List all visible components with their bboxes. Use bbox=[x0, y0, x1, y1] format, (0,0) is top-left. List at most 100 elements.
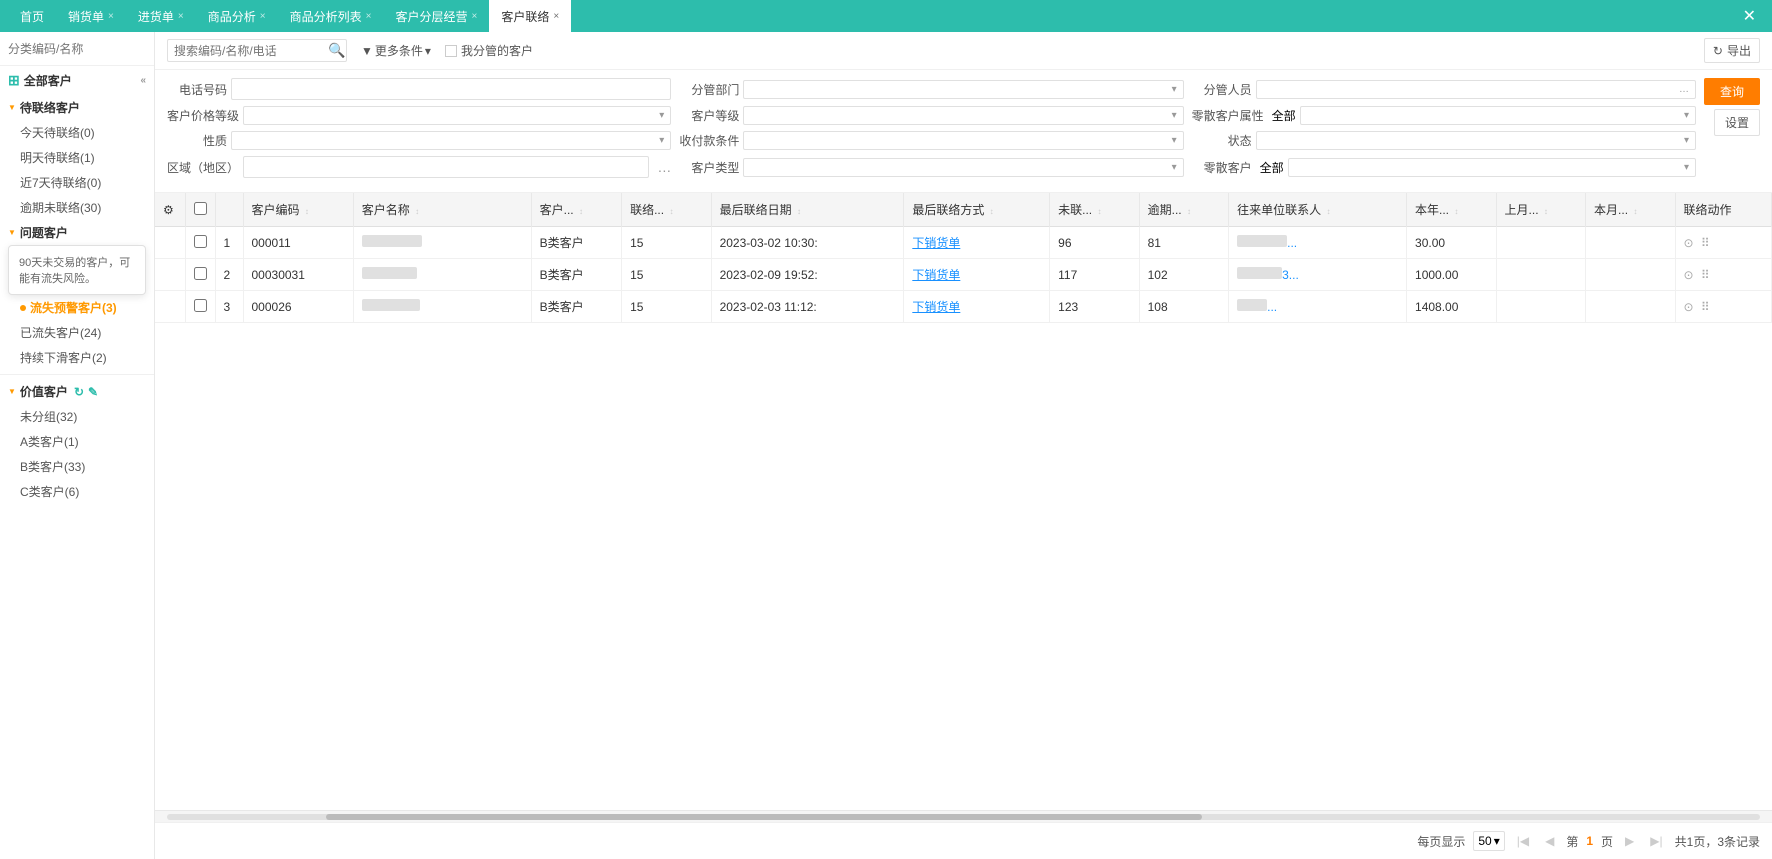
sidebar-item-class-b[interactable]: B类客户(33) bbox=[0, 454, 154, 479]
row-checkbox[interactable] bbox=[194, 299, 207, 312]
phone-input[interactable] bbox=[231, 78, 671, 100]
refresh-icon[interactable]: ↻ bbox=[74, 385, 84, 399]
contact-method-link[interactable]: 下销货单 bbox=[912, 300, 960, 314]
more-options-icon[interactable]: … bbox=[657, 159, 671, 175]
nav-tab-analysis[interactable]: 商品分析 × bbox=[196, 0, 278, 32]
first-page-button[interactable]: |◀ bbox=[1513, 833, 1533, 849]
settings-button[interactable]: 设置 bbox=[1714, 109, 1760, 136]
next-page-button[interactable]: ▶ bbox=[1621, 833, 1638, 849]
zero-attr-select[interactable]: ▾ bbox=[1300, 106, 1696, 125]
settings-icon[interactable]: ⚙ bbox=[163, 203, 174, 217]
close-icon[interactable]: × bbox=[471, 11, 477, 22]
window-close-button[interactable]: ✕ bbox=[1735, 6, 1764, 26]
sidebar-item-today[interactable]: 今天待联络(0) bbox=[0, 120, 154, 145]
nav-tab-purchase[interactable]: 进货单 × bbox=[126, 0, 196, 32]
chevron-down-icon: ▾ bbox=[1684, 135, 1689, 146]
sidebar-item-churn-warning[interactable]: 流失预警客户(3) bbox=[0, 295, 154, 320]
filter-cell-price-level: 客户价格等级 ▾ bbox=[167, 106, 671, 125]
filter-cell-nature: 性质 ▾ bbox=[167, 131, 671, 150]
cell-settings bbox=[155, 259, 185, 291]
col-type[interactable]: 客户... ↕ bbox=[531, 193, 621, 227]
sidebar-search-input[interactable] bbox=[8, 42, 155, 56]
filter-cell-region: 区域（地区） … bbox=[167, 156, 671, 178]
nav-tab-analysis-list[interactable]: 商品分析列表 × bbox=[278, 0, 384, 32]
col-name[interactable]: 客户名称 ↕ bbox=[353, 193, 531, 227]
sort-icon: ↕ bbox=[990, 207, 994, 216]
action-icon-1[interactable]: ⊙ bbox=[1684, 300, 1694, 314]
col-settings[interactable]: ⚙ bbox=[155, 193, 185, 227]
sidebar-group-pending[interactable]: ▼ 待联络客户 bbox=[0, 95, 154, 120]
filter-cell-person: 分管人员 … bbox=[1192, 80, 1696, 99]
nav-tab-customer-contact[interactable]: 客户联络 × bbox=[489, 0, 571, 32]
customer-level-select[interactable]: ▾ bbox=[743, 106, 1183, 125]
zero-customer-select[interactable]: ▾ bbox=[1288, 158, 1696, 177]
sidebar: 🔍 ⊞ 全部客户 « ▼ 待联络客户 今天待联络(0) 明天待联络(1) 近7天… bbox=[0, 32, 155, 859]
scrollbar-thumb[interactable] bbox=[326, 814, 1202, 820]
close-icon[interactable]: × bbox=[108, 11, 114, 22]
query-button[interactable]: 查询 bbox=[1704, 78, 1760, 105]
nav-home[interactable]: 首页 bbox=[8, 0, 56, 32]
export-button[interactable]: ↻ 导出 bbox=[1704, 38, 1760, 63]
nature-select[interactable]: ▾ bbox=[231, 131, 671, 150]
row-checkbox[interactable] bbox=[194, 235, 207, 248]
col-last-contact-date[interactable]: 最后联络日期 ↕ bbox=[711, 193, 904, 227]
action-icon-2[interactable]: ⠿ bbox=[1701, 300, 1710, 314]
page-size-select[interactable]: 50 ▾ bbox=[1473, 831, 1504, 851]
status-select[interactable]: ▾ bbox=[1256, 131, 1696, 150]
sidebar-item-class-c[interactable]: C类客户(6) bbox=[0, 479, 154, 504]
chevron-down-icon: ▾ bbox=[1172, 162, 1177, 173]
col-this-year[interactable]: 本年... ↕ bbox=[1407, 193, 1497, 227]
dept-select[interactable]: ▾ bbox=[743, 80, 1183, 99]
search-button[interactable]: 🔍 bbox=[328, 42, 345, 59]
row-checkbox[interactable] bbox=[194, 267, 207, 280]
action-icon-1[interactable]: ⊙ bbox=[1684, 268, 1694, 282]
col-code[interactable]: 客户编码 ↕ bbox=[243, 193, 353, 227]
more-conditions-button[interactable]: ▼ 更多条件 ▾ bbox=[355, 40, 437, 61]
close-icon[interactable]: × bbox=[178, 11, 184, 22]
col-last-contact-method[interactable]: 最后联络方式 ↕ bbox=[904, 193, 1050, 227]
close-icon[interactable]: × bbox=[366, 11, 372, 22]
sidebar-item-class-a[interactable]: A类客户(1) bbox=[0, 429, 154, 454]
sidebar-item-7days[interactable]: 近7天待联络(0) bbox=[0, 170, 154, 195]
col-this-month[interactable]: 本月... ↕ bbox=[1586, 193, 1675, 227]
sidebar-group-value[interactable]: ▼ 价值客户 ↻ ✎ bbox=[0, 379, 154, 404]
sidebar-all-customers[interactable]: ⊞ 全部客户 « bbox=[0, 66, 154, 95]
search-input[interactable] bbox=[174, 44, 324, 58]
close-icon[interactable]: × bbox=[553, 11, 559, 22]
col-action: 联络动作 bbox=[1675, 193, 1771, 227]
col-no-contact[interactable]: 未联... ↕ bbox=[1050, 193, 1139, 227]
region-input[interactable] bbox=[243, 156, 649, 178]
action-icon-2[interactable]: ⠿ bbox=[1701, 236, 1710, 250]
contact-method-link[interactable]: 下销货单 bbox=[912, 236, 960, 250]
sidebar-item-churned[interactable]: 已流失客户(24) bbox=[0, 320, 154, 345]
person-select[interactable]: … bbox=[1256, 80, 1696, 99]
collapse-icon[interactable]: « bbox=[140, 75, 146, 86]
col-unit-contacts[interactable]: 往来单位联系人 ↕ bbox=[1229, 193, 1407, 227]
sidebar-group-problem[interactable]: ▼ 问题客户 bbox=[0, 220, 154, 245]
edit-icon[interactable]: ✎ bbox=[88, 385, 98, 399]
col-contact[interactable]: 联络... ↕ bbox=[622, 193, 711, 227]
nav-tab-customer-tier[interactable]: 客户分层经营 × bbox=[383, 0, 489, 32]
sidebar-item-overdue[interactable]: 逾期未联络(30) bbox=[0, 195, 154, 220]
price-level-select[interactable]: ▾ bbox=[243, 106, 671, 125]
select-all-checkbox[interactable] bbox=[194, 202, 207, 215]
cell-action: ⊙ ⠿ bbox=[1675, 291, 1771, 323]
close-icon[interactable]: × bbox=[260, 11, 266, 22]
col-overdue[interactable]: 逾期... ↕ bbox=[1139, 193, 1228, 227]
sidebar-item-tomorrow[interactable]: 明天待联络(1) bbox=[0, 145, 154, 170]
customer-type-select[interactable]: ▾ bbox=[743, 158, 1183, 177]
contact-method-link[interactable]: 下销货单 bbox=[912, 268, 960, 282]
action-icon-1[interactable]: ⊙ bbox=[1684, 236, 1694, 250]
col-last-month[interactable]: 上月... ↕ bbox=[1496, 193, 1585, 227]
payment-select[interactable]: ▾ bbox=[743, 131, 1183, 150]
cell-unit-contacts: ... bbox=[1229, 291, 1407, 323]
sidebar-item-declining[interactable]: 持续下滑客户(2) bbox=[0, 345, 154, 370]
nav-tab-sales[interactable]: 销货单 × bbox=[56, 0, 126, 32]
filter-row-1: 电话号码 分管部门 ▾ 分管人员 bbox=[167, 78, 1696, 100]
my-customers-checkbox[interactable]: 我分管的客户 bbox=[445, 42, 533, 59]
sidebar-item-ungrouped[interactable]: 未分组(32) bbox=[0, 404, 154, 429]
last-page-button[interactable]: ▶| bbox=[1646, 833, 1666, 849]
horizontal-scrollbar[interactable] bbox=[155, 810, 1772, 822]
action-icon-2[interactable]: ⠿ bbox=[1701, 268, 1710, 282]
prev-page-button[interactable]: ◀ bbox=[1541, 833, 1558, 849]
